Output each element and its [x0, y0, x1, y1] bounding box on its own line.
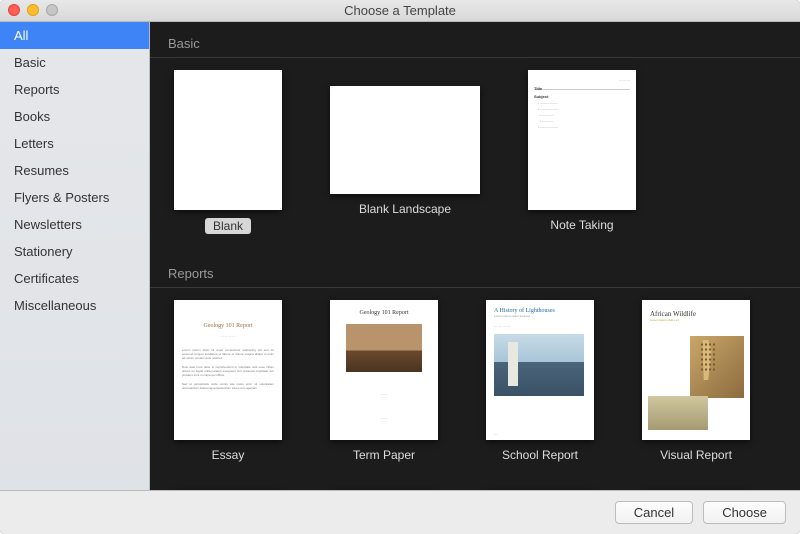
- thumb-text: Subject: [534, 94, 630, 99]
- template-label: Blank Landscape: [359, 202, 451, 216]
- thumb-text: • ——————: [538, 125, 630, 129]
- template-thumb: A History of Lighthouses Lorem ipsum dol…: [486, 300, 594, 440]
- thumb-image: [346, 324, 422, 372]
- sidebar-item-basic[interactable]: Basic: [0, 49, 149, 76]
- template-blank-landscape[interactable]: Blank Landscape: [330, 70, 480, 234]
- thumb-image: [494, 334, 584, 396]
- template-label: School Report: [502, 448, 578, 462]
- thumb-text: — — — —: [182, 334, 274, 338]
- zoom-icon: [46, 4, 58, 16]
- sidebar-item-label: Newsletters: [14, 217, 82, 232]
- template-thumb: [330, 86, 480, 194]
- template-school-report[interactable]: A History of Lighthouses Lorem ipsum dol…: [486, 300, 594, 462]
- thumb-image: [648, 396, 708, 430]
- thumb-text: Geology 101 Report: [182, 324, 274, 328]
- template-thumb: African Wildlife Lorem ipsum dolor sit: [642, 300, 750, 440]
- close-icon[interactable]: [8, 4, 20, 16]
- titlebar: Choose a Template: [0, 0, 800, 22]
- template-label: Blank: [205, 218, 251, 234]
- thumb-text: Lorem ipsum dolor sit amet consectetur a…: [182, 348, 274, 360]
- section-header-basic: Basic: [150, 22, 800, 58]
- section-grid-basic: Blank Blank Landscape Title — — — Subjec…: [150, 70, 800, 252]
- template-blank[interactable]: Blank: [174, 70, 282, 234]
- sidebar-item-books[interactable]: Books: [0, 103, 149, 130]
- sidebar-item-label: Books: [14, 109, 50, 124]
- section-header-reports: Reports: [150, 252, 800, 288]
- template-thumb: Geology 101 Report — — — —: [330, 300, 438, 440]
- sidebar-item-label: Letters: [14, 136, 54, 151]
- template-thumb: Title — — — Subject • —————— • —————— • …: [528, 70, 636, 210]
- sidebar-item-label: Resumes: [14, 163, 69, 178]
- sidebar-item-label: Certificates: [14, 271, 79, 286]
- sidebar-item-label: Reports: [14, 82, 60, 97]
- thumb-text: — — · — —: [494, 324, 586, 328]
- template-visual-report[interactable]: African Wildlife Lorem ipsum dolor sit V…: [642, 300, 750, 462]
- template-term-paper[interactable]: Geology 101 Report — — — — Term Paper: [330, 300, 438, 462]
- thumb-text: — —: [330, 392, 438, 396]
- cancel-button[interactable]: Cancel: [615, 501, 693, 524]
- sidebar-item-label: Basic: [14, 55, 46, 70]
- minimize-icon[interactable]: [27, 4, 39, 16]
- sidebar-item-label: Miscellaneous: [14, 298, 96, 313]
- window-controls: [8, 4, 58, 16]
- thumb-text: — — —: [619, 78, 630, 82]
- footer: Cancel Choose: [0, 490, 800, 534]
- thumb-text: Duis aute irure dolor in reprehenderit i…: [182, 365, 274, 377]
- thumb-text: Lorem ipsum dolor sit: [650, 318, 742, 322]
- template-gallery[interactable]: Basic Blank Blank Landscape Title — — —: [150, 22, 800, 490]
- sidebar: All Basic Reports Books Letters Resumes …: [0, 22, 150, 490]
- template-note-taking[interactable]: Title — — — Subject • —————— • —————— • …: [528, 70, 636, 234]
- sidebar-item-label: Stationery: [14, 244, 73, 259]
- section-grid-partial: [150, 480, 800, 490]
- template-label: Term Paper: [353, 448, 415, 462]
- template-label: Visual Report: [660, 448, 732, 462]
- choose-button[interactable]: Choose: [703, 501, 786, 524]
- body: All Basic Reports Books Letters Resumes …: [0, 22, 800, 490]
- template-label: Note Taking: [550, 218, 613, 232]
- thumb-text: Lorem ipsum dolor sit amet: [494, 314, 586, 318]
- thumb-text: • ——————: [538, 107, 630, 111]
- sidebar-item-letters[interactable]: Letters: [0, 130, 149, 157]
- thumb-text: Sed ut perspiciatis unde omnis iste natu…: [182, 382, 274, 390]
- sidebar-item-newsletters[interactable]: Newsletters: [0, 211, 149, 238]
- thumb-text: • ————: [538, 113, 630, 117]
- template-label: Essay: [212, 448, 245, 462]
- template-thumb: Geology 101 Report — — — — Lorem ipsum d…: [174, 300, 282, 440]
- thumb-text: African Wildlife: [650, 310, 742, 318]
- template-essay[interactable]: Geology 101 Report — — — — Lorem ipsum d…: [174, 300, 282, 462]
- thumb-text: —: [494, 432, 497, 436]
- sidebar-item-label: All: [14, 28, 28, 43]
- thumb-text: • ——————: [538, 101, 630, 105]
- template-chooser-window: Choose a Template All Basic Reports Book…: [0, 0, 800, 534]
- sidebar-item-stationery[interactable]: Stationery: [0, 238, 149, 265]
- thumb-image: [690, 336, 744, 398]
- sidebar-item-label: Flyers & Posters: [14, 190, 109, 205]
- window-title: Choose a Template: [344, 3, 456, 18]
- sidebar-item-flyers-posters[interactable]: Flyers & Posters: [0, 184, 149, 211]
- sidebar-item-resumes[interactable]: Resumes: [0, 157, 149, 184]
- sidebar-item-certificates[interactable]: Certificates: [0, 265, 149, 292]
- sidebar-item-all[interactable]: All: [0, 22, 149, 49]
- sidebar-item-reports[interactable]: Reports: [0, 76, 149, 103]
- thumb-text: Geology 101 Report: [330, 310, 438, 316]
- thumb-text: • ————: [538, 119, 630, 123]
- thumb-text: — —: [330, 416, 438, 420]
- section-grid-reports: Geology 101 Report — — — — Lorem ipsum d…: [150, 300, 800, 480]
- thumb-text: Title: [534, 86, 542, 91]
- template-thumb: [174, 70, 282, 210]
- sidebar-item-miscellaneous[interactable]: Miscellaneous: [0, 292, 149, 319]
